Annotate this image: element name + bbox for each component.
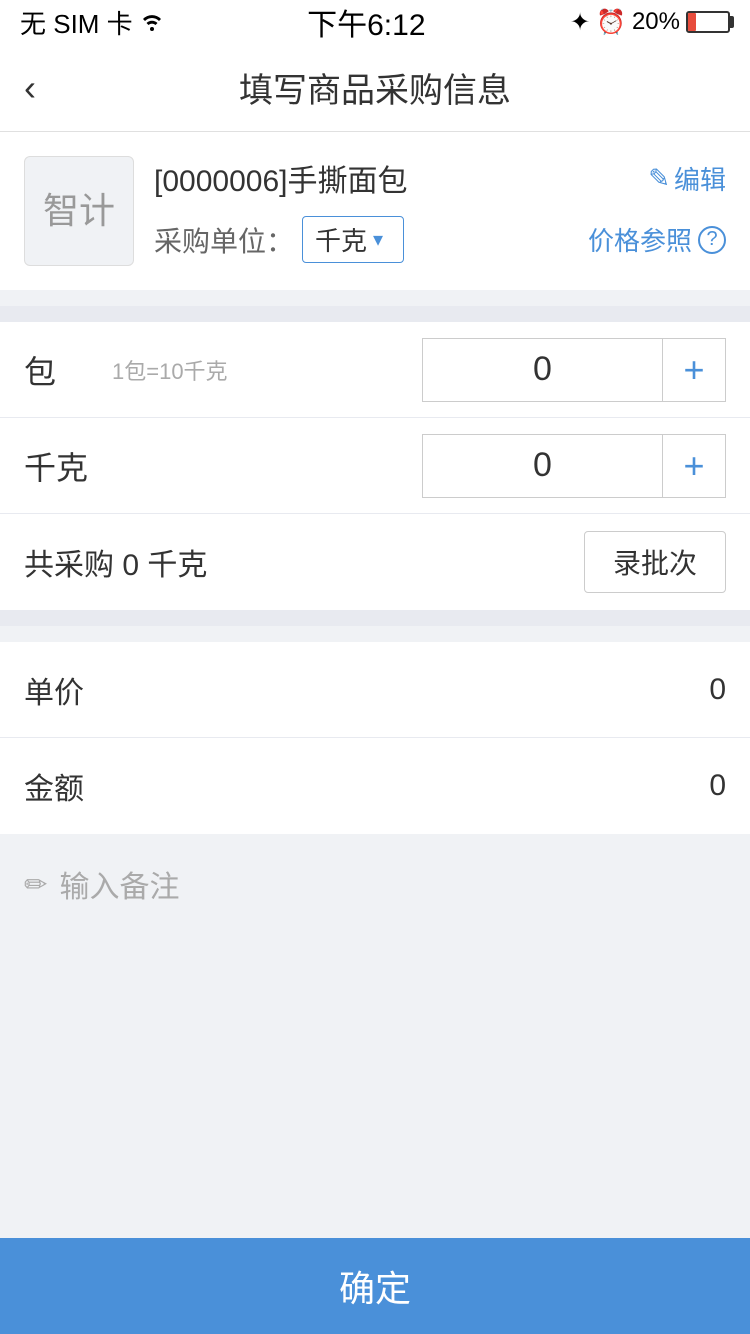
- price-ref-button[interactable]: 价格参照 ?: [588, 221, 726, 258]
- unit-price-label: 单价: [24, 668, 84, 712]
- bao-sublabel: 1包=10千克: [112, 354, 422, 386]
- amount-value: 0: [709, 769, 726, 803]
- help-icon: ?: [698, 226, 726, 254]
- battery-icon: [686, 11, 730, 33]
- unit-price-row: 单价 0: [0, 642, 750, 738]
- bao-input-group: +: [422, 338, 726, 402]
- carrier-label: 无 SIM 卡: [20, 4, 133, 41]
- summary-row: 共采购 0 千克 录批次: [0, 514, 750, 610]
- product-card: 智计 [0000006]手撕面包 ✎ 编辑 采购单位： 千克 ▾ 价格参照 ?: [0, 132, 750, 290]
- bao-quantity-input[interactable]: [422, 338, 662, 402]
- kg-plus-button[interactable]: +: [662, 434, 726, 498]
- product-info: [0000006]手撕面包 ✎ 编辑 采购单位： 千克 ▾ 价格参照 ?: [154, 156, 726, 263]
- kg-label: 千克: [24, 443, 104, 489]
- product-thumbnail: 智计: [24, 156, 134, 266]
- kg-quantity-input[interactable]: [422, 434, 662, 498]
- input-section: 包 1包=10千克 + 千克 +: [0, 322, 750, 514]
- product-logo: 智计: [43, 189, 115, 232]
- divider-1: [0, 306, 750, 322]
- unit-row: 采购单位： 千克 ▾ 价格参照 ?: [154, 216, 726, 263]
- alarm-icon: ⏰: [596, 8, 626, 37]
- chevron-down-icon: ▾: [373, 227, 383, 252]
- status-bar: 无 SIM 卡 下午6:12 ✦ ⏰ 20%: [0, 0, 750, 44]
- unit-price-value: 0: [709, 673, 726, 707]
- info-section: 单价 0 金额 0: [0, 642, 750, 834]
- edit-icon: ✎: [648, 163, 670, 194]
- product-name: [0000006]手撕面包: [154, 156, 407, 200]
- bao-plus-button[interactable]: +: [662, 338, 726, 402]
- pencil-icon: ✏: [24, 868, 47, 901]
- back-button[interactable]: ‹: [24, 67, 36, 109]
- status-time: 下午6:12: [307, 0, 425, 44]
- divider-2: [0, 610, 750, 626]
- note-section[interactable]: ✏ 输入备注: [0, 834, 750, 934]
- batch-button[interactable]: 录批次: [584, 531, 726, 593]
- page-title: 填写商品采购信息: [239, 63, 511, 112]
- amount-label: 金额: [24, 764, 84, 808]
- unit-label: 采购单位：: [154, 220, 294, 260]
- amount-row: 金额 0: [0, 738, 750, 834]
- wifi-icon: [141, 7, 163, 38]
- edit-button[interactable]: ✎ 编辑: [648, 160, 726, 197]
- status-left: 无 SIM 卡: [20, 4, 163, 41]
- battery-percentage: 20%: [632, 8, 680, 36]
- confirm-button[interactable]: 确定: [0, 1238, 750, 1334]
- note-placeholder: 输入备注: [59, 862, 179, 906]
- bao-label: 包: [24, 347, 104, 393]
- nav-bar: ‹ 填写商品采购信息: [0, 44, 750, 132]
- unit-select[interactable]: 千克 ▾: [302, 216, 404, 263]
- status-right: ✦ ⏰ 20%: [570, 8, 730, 37]
- input-row-bao: 包 1包=10千克 +: [0, 322, 750, 418]
- input-row-kg: 千克 +: [0, 418, 750, 514]
- summary-text: 共采购 0 千克: [24, 540, 207, 584]
- product-name-row: [0000006]手撕面包 ✎ 编辑: [154, 156, 726, 200]
- kg-input-group: +: [422, 434, 726, 498]
- location-icon: ✦: [570, 8, 590, 37]
